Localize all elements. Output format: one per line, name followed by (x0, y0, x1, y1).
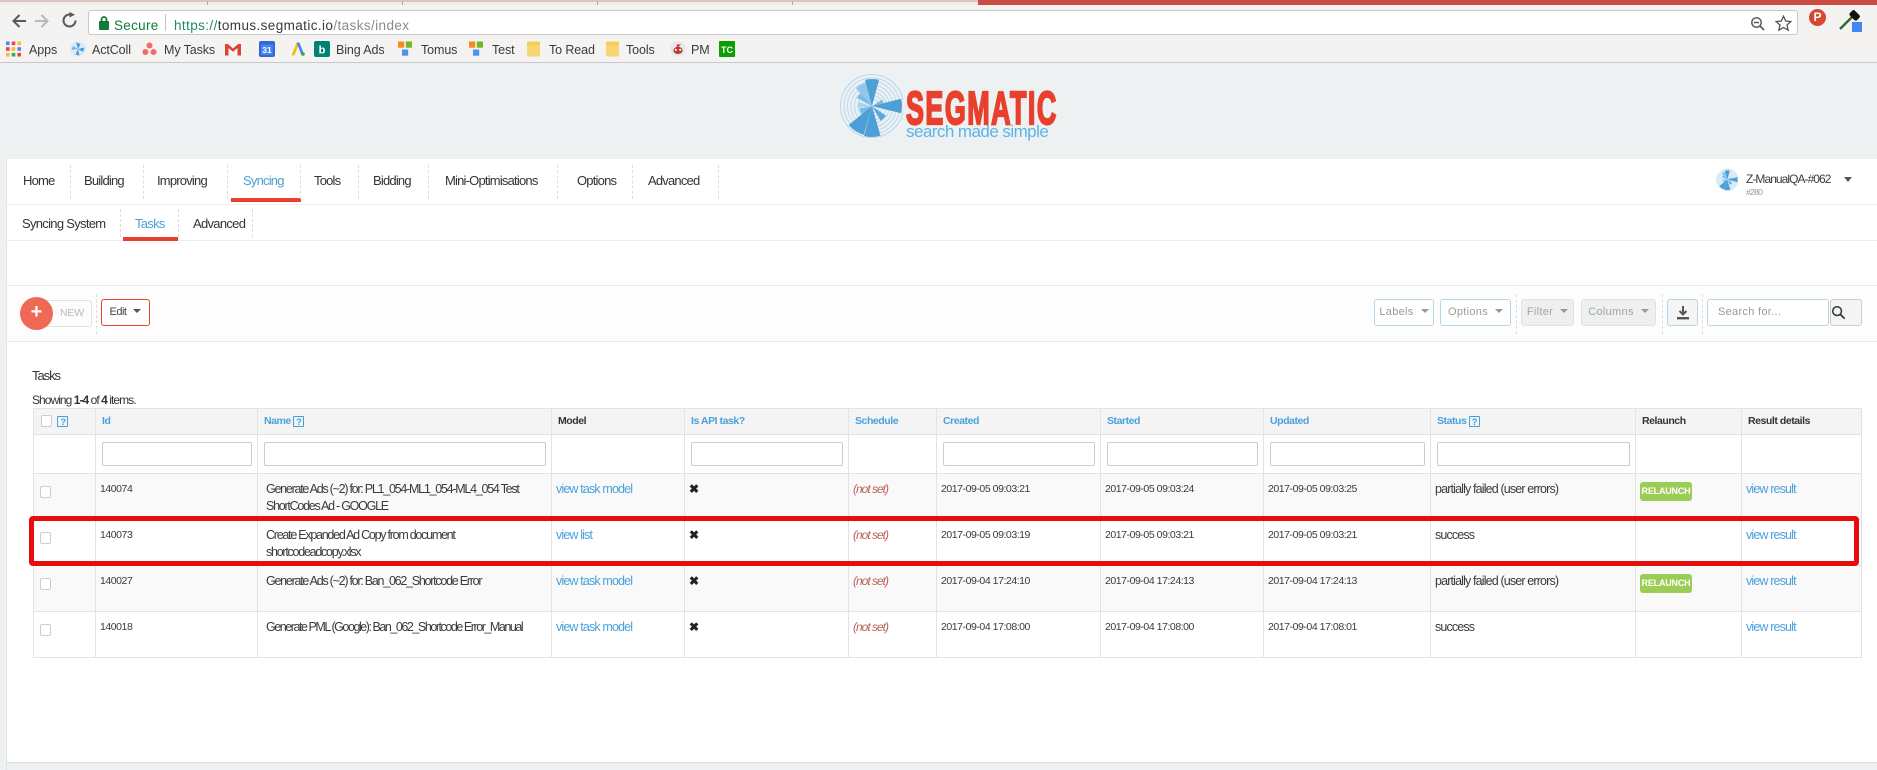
svg-text:TC: TC (721, 45, 733, 55)
svg-text:31: 31 (262, 45, 272, 55)
svg-text:b: b (319, 45, 326, 57)
